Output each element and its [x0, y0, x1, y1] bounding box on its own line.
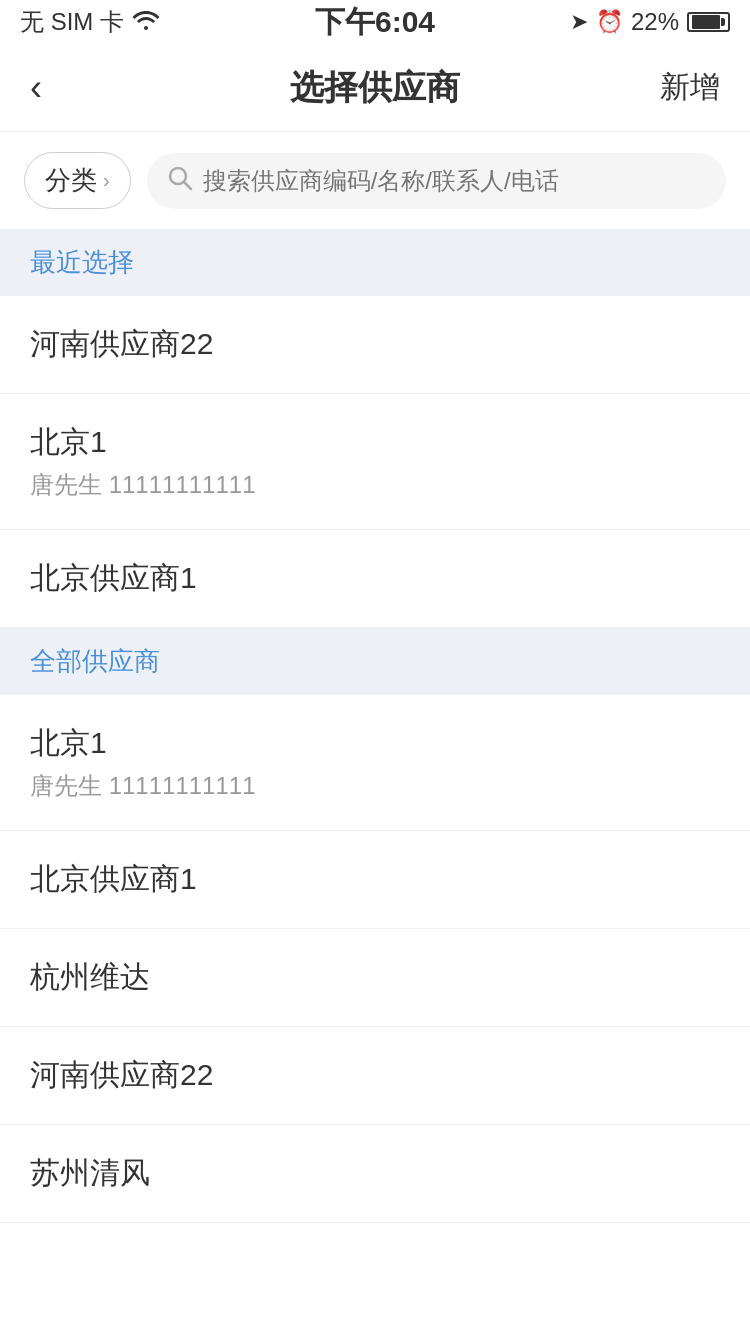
recent-section-header: 最近选择	[0, 229, 750, 296]
search-input[interactable]	[203, 167, 706, 195]
list-item[interactable]: 北京1 唐先生 11111111111	[0, 695, 750, 831]
item-name: 北京供应商1	[30, 859, 720, 900]
svg-line-1	[184, 182, 191, 189]
battery-icon	[687, 12, 730, 32]
item-name: 苏州清风	[30, 1153, 720, 1194]
location-icon: ➤	[570, 9, 588, 35]
all-section-label: 全部供应商	[30, 646, 160, 676]
recent-items-list: 河南供应商22 北京1 唐先生 11111111111 北京供应商1	[0, 296, 750, 628]
list-item[interactable]: 北京1 唐先生 11111111111	[0, 394, 750, 530]
list-item[interactable]: 苏州清风	[0, 1125, 750, 1223]
category-filter-button[interactable]: 分类 ›	[24, 152, 131, 209]
category-label: 分类	[45, 163, 97, 198]
chevron-right-icon: ›	[103, 169, 110, 192]
nav-bar: ‹ 选择供应商 新增	[0, 44, 750, 132]
status-bar: 无 SIM 卡 下午6:04 ➤ ⏰ 22%	[0, 0, 750, 44]
search-box	[147, 153, 726, 209]
list-item[interactable]: 北京供应商1	[0, 831, 750, 929]
item-sub: 唐先生 11111111111	[30, 770, 720, 802]
add-button[interactable]: 新增	[660, 67, 720, 108]
item-sub: 唐先生 11111111111	[30, 469, 720, 501]
all-section-header: 全部供应商	[0, 628, 750, 695]
page-title: 选择供应商	[290, 65, 460, 111]
carrier-text: 无 SIM 卡	[20, 6, 124, 38]
status-right: ➤ ⏰ 22%	[570, 8, 730, 36]
list-item[interactable]: 河南供应商22	[0, 296, 750, 394]
all-items-list: 北京1 唐先生 11111111111 北京供应商1 杭州维达河南供应商22 苏州清风	[0, 695, 750, 1223]
list-item[interactable]: 杭州维达	[0, 929, 750, 1027]
search-icon	[167, 165, 193, 197]
filter-bar: 分类 ›	[0, 132, 750, 229]
alarm-icon: ⏰	[596, 9, 623, 35]
item-name: 河南供应商22	[30, 1055, 720, 1096]
list-item[interactable]: 河南供应商22	[0, 1027, 750, 1125]
status-time: 下午6:04	[315, 2, 435, 43]
status-left: 无 SIM 卡	[20, 6, 160, 38]
item-name: 北京供应商1	[30, 558, 720, 599]
recent-section-label: 最近选择	[30, 247, 134, 277]
list-item[interactable]: 北京供应商1	[0, 530, 750, 628]
item-name: 北京1	[30, 723, 720, 764]
item-name: 北京1	[30, 422, 720, 463]
battery-text: 22%	[631, 8, 679, 36]
back-button[interactable]: ‹	[30, 67, 90, 109]
wifi-icon	[132, 8, 160, 36]
item-name: 杭州维达	[30, 957, 720, 998]
item-name: 河南供应商22	[30, 324, 720, 365]
